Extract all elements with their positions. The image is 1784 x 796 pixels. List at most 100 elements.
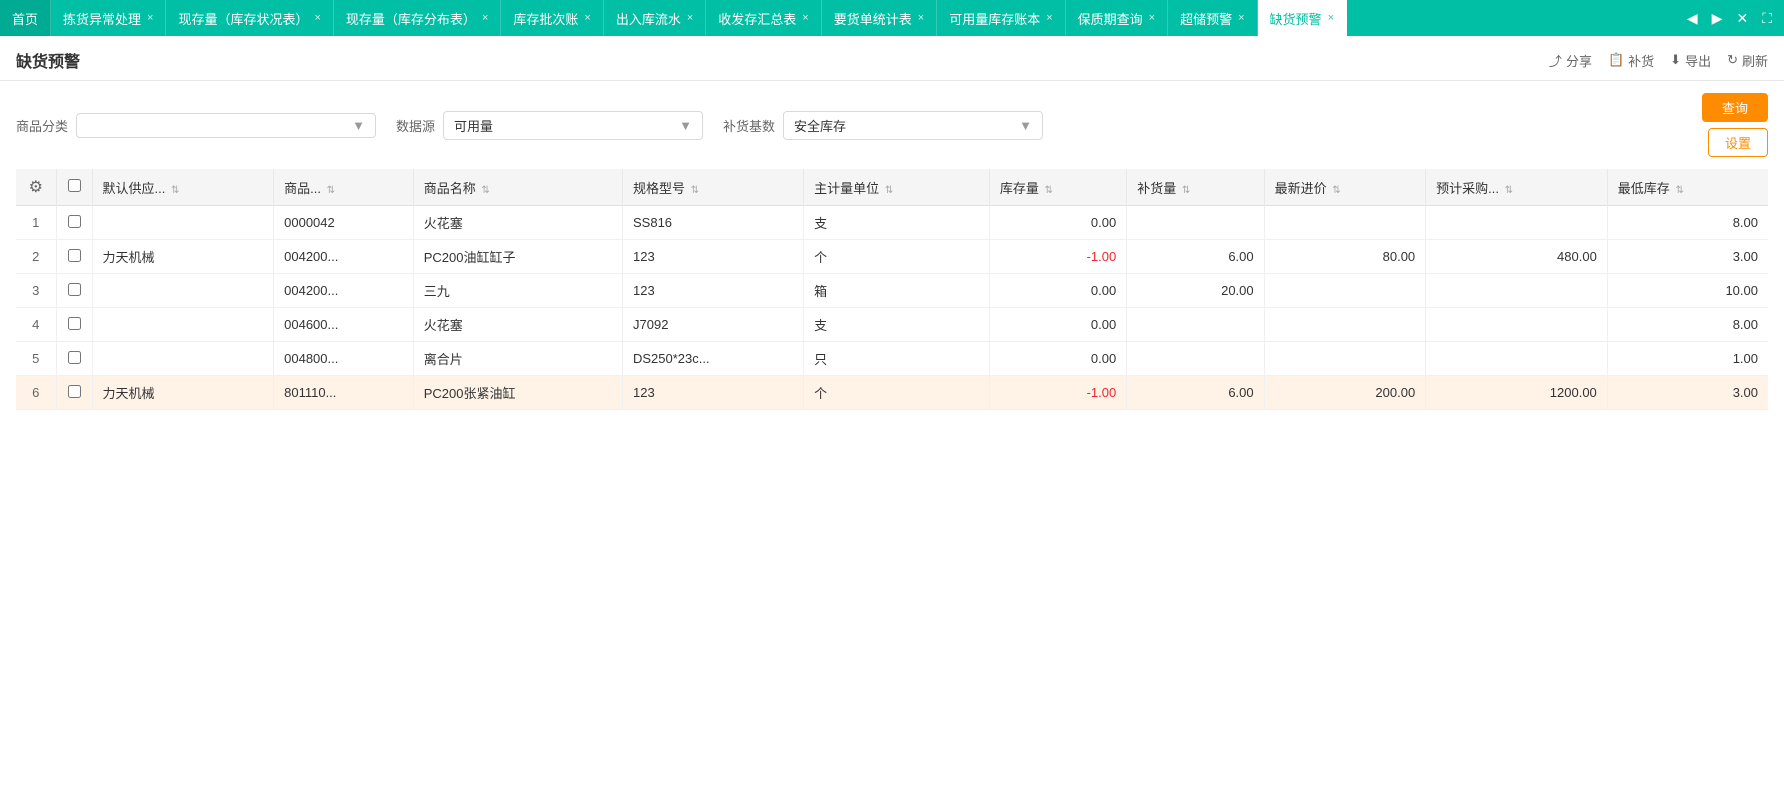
nav-item-picking[interactable]: 拣货异常处理 × [51,0,166,36]
supplier-column-header[interactable]: 默认供应... ⇅ [92,169,274,206]
row-checkbox-cell [56,274,92,308]
row-number: 6 [16,376,56,410]
table-row: 3 004200... 三九 123 箱 0.00 20.00 10.00 [16,274,1768,308]
gear-button[interactable]: ⚙ [29,177,43,197]
nav-bar: 首页 拣货异常处理 × 现存量（库存状况表） × 现存量（库存分布表） × 库存… [0,0,1784,36]
share-button[interactable]: ⤴ 分享 [1549,51,1592,70]
product-code-cell: 004200... [274,240,414,274]
nav-item-shortage[interactable]: 缺货预警 × [1258,0,1347,36]
restock-qty-cell [1127,206,1264,240]
table-row: 2 力天机械 004200... PC200油缸缸子 123 个 -1.00 6… [16,240,1768,274]
gear-column-header: ⚙ [16,169,56,206]
product-code-cell: 0000042 [274,206,414,240]
close-icon[interactable]: × [1046,12,1052,24]
close-icon[interactable]: × [482,12,488,24]
restock-qty-cell [1127,342,1264,376]
min-stock-cell: 10.00 [1607,274,1768,308]
row-checkbox[interactable] [68,351,81,364]
close-icon[interactable]: × [918,12,924,24]
restock-qty-cell: 6.00 [1127,376,1264,410]
stock-cell: 0.00 [989,206,1126,240]
stock-column-header[interactable]: 库存量 ⇅ [989,169,1126,206]
nav-close-button[interactable]: ✕ [1730,8,1754,29]
nav-next-button[interactable]: ▶ [1706,8,1729,29]
restock-qty-cell [1127,308,1264,342]
est-purchase-column-header[interactable]: 预计采购... ⇅ [1426,169,1608,206]
nav-item-summary[interactable]: 收发存汇总表 × [706,0,821,36]
unit-cell: 个 [804,240,990,274]
close-icon[interactable]: × [584,12,590,24]
row-checkbox[interactable] [68,249,81,262]
nav-prev-button[interactable]: ◀ [1681,8,1704,29]
restock-select[interactable]: 安全库存 ▼ [783,111,1043,140]
category-select[interactable]: ▼ [76,113,376,138]
est-purchase-cell [1426,274,1608,308]
row-checkbox[interactable] [68,317,81,330]
datasource-select[interactable]: 可用量 ▼ [443,111,703,140]
close-icon[interactable]: × [1149,12,1155,24]
table-wrapper: ⚙ 默认供应... ⇅ 商品... ⇅ 商品名称 ⇅ [0,169,1784,410]
page-header: 缺货预警 ⤴ 分享 📋 补货 ⬇ 导出 ↻ 刷新 [0,36,1784,81]
select-all-checkbox[interactable] [68,179,81,192]
spec-cell: 123 [623,274,804,308]
row-checkbox[interactable] [68,385,81,398]
restock-button[interactable]: 📋 补货 [1608,51,1654,70]
export-button[interactable]: ⬇ 导出 [1670,51,1711,70]
refresh-button[interactable]: ↻ 刷新 [1727,51,1768,70]
nav-item-overstock[interactable]: 超储预警 × [1168,0,1257,36]
supplier-cell [92,342,274,376]
chevron-down-icon: ▼ [1019,118,1032,133]
close-icon[interactable]: × [314,12,320,24]
close-icon[interactable]: × [802,12,808,24]
min-stock-column-header[interactable]: 最低库存 ⇅ [1607,169,1768,206]
query-button[interactable]: 查询 [1702,93,1768,122]
supplier-cell: 力天机械 [92,376,274,410]
unit-cell: 个 [804,376,990,410]
nav-item-available[interactable]: 可用量库存账本 × [937,0,1065,36]
restock-qty-column-header[interactable]: 补货量 ⇅ [1127,169,1264,206]
datasource-label: 数据源 [396,116,435,135]
nav-item-inventory-status[interactable]: 现存量（库存状况表） × [166,0,333,36]
close-icon[interactable]: × [687,12,693,24]
latest-price-cell [1264,308,1426,342]
nav-item-inventory-dist[interactable]: 现存量（库存分布表） × [334,0,501,36]
restock-value: 安全库存 [794,116,846,135]
product-name-column-header[interactable]: 商品名称 ⇅ [413,169,622,206]
close-icon[interactable]: × [1328,12,1334,24]
row-checkbox[interactable] [68,283,81,296]
nav-item-batch[interactable]: 库存批次账 × [501,0,603,36]
stock-cell: 0.00 [989,308,1126,342]
sort-icon: ⇅ [171,185,179,196]
unit-cell: 支 [804,206,990,240]
row-checkbox[interactable] [68,215,81,228]
sort-icon: ⇅ [1675,185,1683,196]
row-number: 3 [16,274,56,308]
spec-column-header[interactable]: 规格型号 ⇅ [623,169,804,206]
est-purchase-cell [1426,206,1608,240]
nav-controls: ◀ ▶ ✕ ⛶ [1675,0,1784,36]
nav-fullscreen-button[interactable]: ⛶ [1756,8,1778,29]
table-header-row: ⚙ 默认供应... ⇅ 商品... ⇅ 商品名称 ⇅ [16,169,1768,206]
restock-icon: 📋 [1608,52,1624,68]
refresh-icon: ↻ [1727,52,1738,68]
export-icon: ⬇ [1670,52,1681,68]
product-code-column-header[interactable]: 商品... ⇅ [274,169,414,206]
latest-price-cell [1264,274,1426,308]
close-icon[interactable]: × [147,12,153,24]
row-number: 1 [16,206,56,240]
settings-button[interactable]: 设置 [1708,128,1768,157]
nav-item-flow[interactable]: 出入库流水 × [604,0,706,36]
nav-item-home[interactable]: 首页 [0,0,51,36]
unit-column-header[interactable]: 主计量单位 ⇅ [804,169,990,206]
latest-price-cell: 80.00 [1264,240,1426,274]
table-body: 1 0000042 火花塞 SS816 支 0.00 8.00 2 力天机械 0… [16,206,1768,410]
datasource-filter-group: 数据源 可用量 ▼ [396,111,703,140]
latest-price-column-header[interactable]: 最新进价 ⇅ [1264,169,1426,206]
est-purchase-cell: 1200.00 [1426,376,1608,410]
nav-item-demand[interactable]: 要货单统计表 × [822,0,937,36]
main-content: 缺货预警 ⤴ 分享 📋 补货 ⬇ 导出 ↻ 刷新 商品分类 [0,36,1784,796]
est-purchase-cell [1426,308,1608,342]
nav-item-expiry[interactable]: 保质期查询 × [1066,0,1168,36]
close-icon[interactable]: × [1238,12,1244,24]
product-name-cell: 火花塞 [413,308,622,342]
